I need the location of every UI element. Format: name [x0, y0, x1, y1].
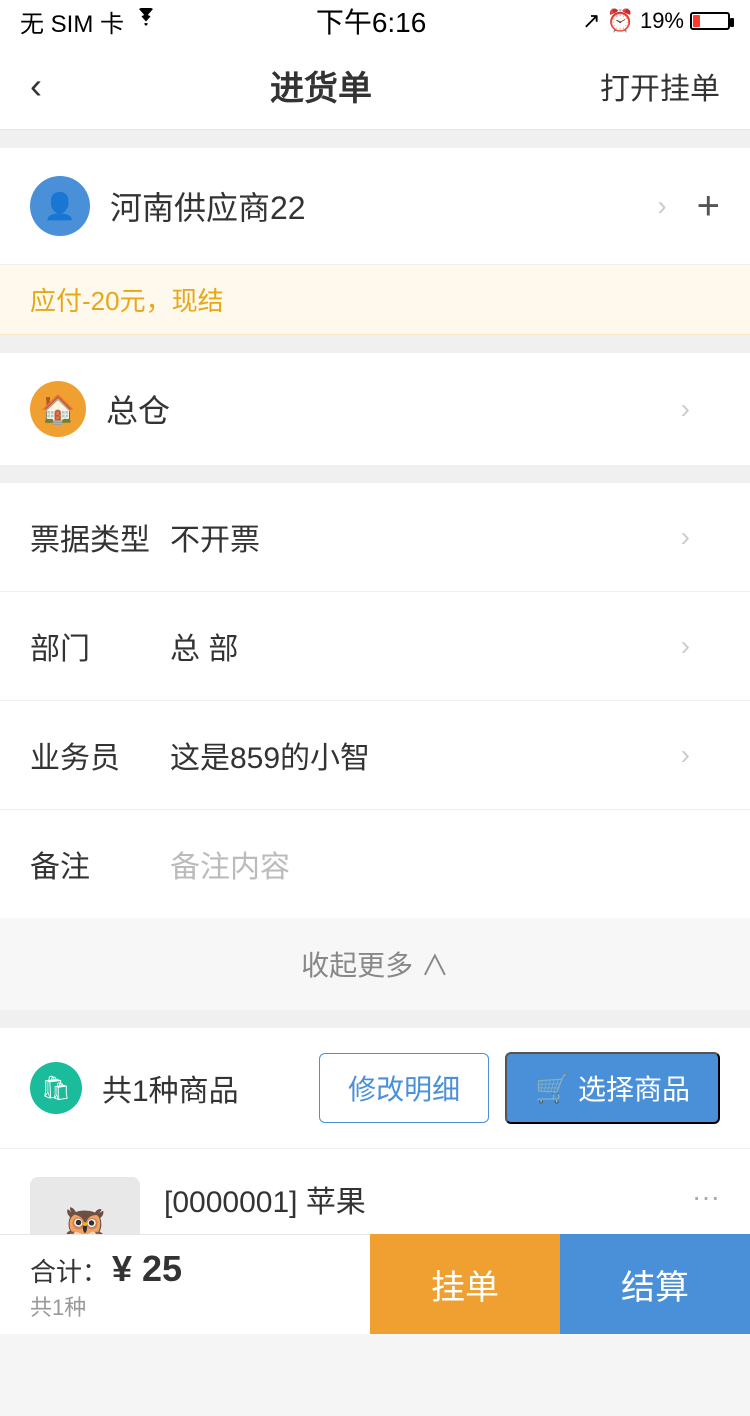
supplier-avatar: 👤: [30, 176, 90, 236]
select-product-button[interactable]: 🛒 选择商品: [505, 1052, 720, 1124]
products-header: 🛍 共1种商品 修改明细 🛒 选择商品: [0, 1028, 750, 1149]
edit-details-button[interactable]: 修改明细: [319, 1053, 489, 1123]
warehouse-section: 🏠 总仓 ›: [0, 353, 750, 465]
notice-bar: 应付-20元，现结: [0, 265, 750, 335]
remark-label: 备注: [30, 842, 160, 886]
divider-3: [0, 1010, 750, 1028]
location-icon: ↗: [582, 8, 600, 34]
warehouse-row[interactable]: 🏠 总仓 ›: [0, 353, 750, 465]
form-section: 票据类型 不开票 › 部门 总 部 › 业务员 这是859的小智 › 备注 备注…: [0, 483, 750, 918]
notice-text: 应付-20元，现结: [30, 286, 224, 316]
checkout-label: 结算: [621, 1260, 689, 1309]
total-section: 合计： ¥ 25 共1种: [0, 1234, 370, 1334]
warehouse-name: 总仓: [106, 386, 681, 432]
supplier-section: 👤 河南供应商22 › + 应付-20元，现结: [0, 148, 750, 335]
open-pending-button[interactable]: 打开挂单: [600, 64, 720, 108]
avatar-icon: 👤: [44, 191, 76, 222]
top-divider: [0, 130, 750, 148]
select-product-label: 选择商品: [578, 1068, 690, 1108]
divider-1: [0, 335, 750, 353]
salesperson-row[interactable]: 业务员 这是859的小智 ›: [0, 701, 750, 810]
remark-input[interactable]: 备注内容: [160, 842, 720, 886]
hang-label: 挂单: [431, 1260, 499, 1309]
supplier-name: 河南供应商22: [110, 183, 657, 229]
collapse-label: 收起更多 ∧: [301, 944, 449, 984]
checkout-button[interactable]: 结算: [560, 1234, 750, 1334]
product-more-button[interactable]: ···: [692, 1177, 720, 1213]
chevron-invoice-icon: ›: [681, 521, 690, 553]
battery-percent: 19%: [640, 8, 684, 34]
total-sub: 共1种: [30, 1290, 340, 1322]
invoice-type-label: 票据类型: [30, 515, 160, 559]
total-label: 合计：: [30, 1252, 108, 1289]
status-bar: 无 SIM 卡 下午6:16 ↗ ⏰ 19%: [0, 0, 750, 42]
chevron-department-icon: ›: [681, 630, 690, 662]
department-value: 总 部: [160, 624, 681, 668]
alarm-icon: ⏰: [607, 8, 634, 34]
battery-icon: [690, 12, 730, 30]
time-label: 下午6:16: [316, 1, 427, 41]
home-icon: 🏠: [41, 393, 76, 426]
collapse-row[interactable]: 收起更多 ∧: [0, 918, 750, 1010]
page-title: 进货单: [270, 61, 372, 110]
status-right: ↗ ⏰ 19%: [582, 8, 730, 34]
wifi-icon: [132, 7, 160, 35]
status-left: 无 SIM 卡: [20, 4, 160, 39]
invoice-type-value: 不开票: [160, 515, 681, 559]
product-name: [0000001] 苹果: [164, 1177, 692, 1221]
department-row[interactable]: 部门 总 部 ›: [0, 592, 750, 701]
chevron-right-warehouse-icon: ›: [681, 393, 690, 425]
nav-bar: ‹ 进货单 打开挂单: [0, 42, 750, 130]
hang-button[interactable]: 挂单: [370, 1234, 560, 1334]
total-amount: ¥ 25: [112, 1248, 182, 1290]
department-label: 部门: [30, 624, 160, 668]
products-count: 共1种商品: [102, 1066, 319, 1110]
invoice-type-row[interactable]: 票据类型 不开票 ›: [0, 483, 750, 592]
bag-icon: 🛍: [41, 1074, 71, 1103]
divider-2: [0, 465, 750, 483]
salesperson-label: 业务员: [30, 733, 160, 777]
add-supplier-button[interactable]: +: [697, 184, 720, 229]
cart-icon: 🛒: [535, 1072, 570, 1105]
supplier-row[interactable]: 👤 河南供应商22 › +: [0, 148, 750, 265]
chevron-salesperson-icon: ›: [681, 739, 690, 771]
carrier-label: 无 SIM 卡: [20, 4, 124, 39]
salesperson-value: 这是859的小智: [160, 733, 681, 777]
warehouse-icon: 🏠: [30, 381, 86, 437]
back-button[interactable]: ‹: [30, 65, 42, 107]
bottom-bar: 合计： ¥ 25 共1种 挂单 结算: [0, 1234, 750, 1334]
remark-row[interactable]: 备注 备注内容: [0, 810, 750, 918]
products-icon: 🛍: [30, 1062, 82, 1114]
chevron-right-icon: ›: [657, 190, 666, 222]
